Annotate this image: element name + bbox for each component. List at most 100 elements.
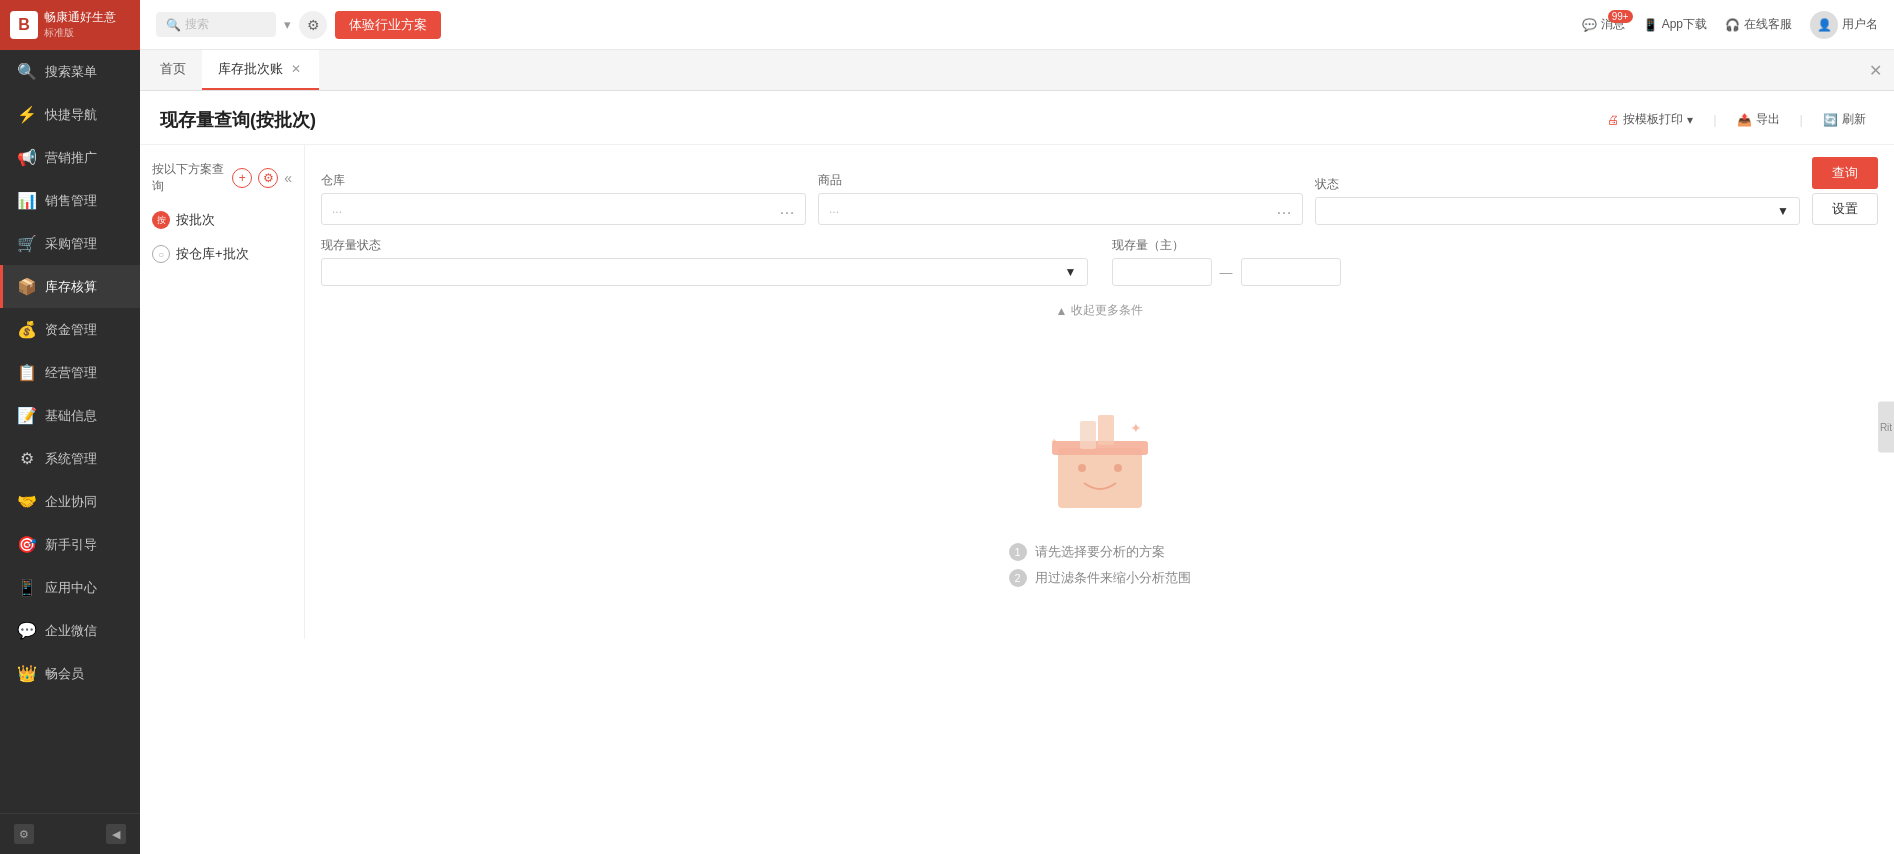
nav-label-guide: 新手引导 bbox=[45, 536, 97, 554]
sidebar-item-finance[interactable]: 💰 资金管理 bbox=[0, 308, 140, 351]
sidebar-item-operations[interactable]: 📋 经营管理 bbox=[0, 351, 140, 394]
tab-inventory-batch[interactable]: 库存批次账 ✕ bbox=[202, 50, 319, 90]
app-download-btn[interactable]: 📱 App下载 bbox=[1643, 16, 1707, 33]
sidebar-item-app-center[interactable]: 📱 应用中心 bbox=[0, 566, 140, 609]
empty-svg: ✦ ✦ bbox=[1040, 403, 1160, 513]
scheme-settings-btn[interactable]: ⚙ bbox=[258, 168, 278, 188]
nav-label-basic-info: 基础信息 bbox=[45, 407, 97, 425]
tab-home[interactable]: 首页 bbox=[144, 50, 202, 90]
product-dots[interactable]: … bbox=[1276, 200, 1292, 218]
collapse-up-icon: ▲ bbox=[1056, 304, 1068, 318]
svg-text:✦: ✦ bbox=[1130, 420, 1142, 436]
empty-tips: 1 请先选择要分析的方案 2 用过滤条件来缩小分析范围 bbox=[1009, 543, 1191, 587]
stock-status-select[interactable]: ▼ bbox=[321, 258, 1088, 286]
sidebar-item-purchase[interactable]: 🛒 采购管理 bbox=[0, 222, 140, 265]
nav-icon-quick-nav: ⚡ bbox=[17, 105, 37, 124]
main-filters: 仓库 ... … 商品 ... … 状态 bbox=[305, 145, 1894, 639]
sidebar-item-guide[interactable]: 🎯 新手引导 bbox=[0, 523, 140, 566]
warehouse-placeholder: ... bbox=[332, 202, 342, 216]
status-select[interactable]: ▼ bbox=[1315, 197, 1800, 225]
sidebar-item-basic-info[interactable]: 📝 基础信息 bbox=[0, 394, 140, 437]
stock-qty-min-input[interactable] bbox=[1112, 258, 1212, 286]
sidebar-logo: B bbox=[10, 11, 38, 39]
nav-label-inventory: 库存核算 bbox=[45, 278, 97, 296]
sidebar-item-membership[interactable]: 👑 畅会员 bbox=[0, 652, 140, 695]
stock-qty-max-input[interactable] bbox=[1241, 258, 1341, 286]
download-icon: 📱 bbox=[1643, 18, 1658, 32]
edition-label: 标准版 bbox=[44, 26, 116, 40]
nav-label-app-center: 应用中心 bbox=[45, 579, 97, 597]
topbar-settings-btn[interactable]: ⚙ bbox=[299, 11, 327, 39]
warehouse-filter: 仓库 ... … bbox=[321, 172, 806, 225]
svg-rect-0 bbox=[1058, 448, 1142, 508]
tip-text-1: 请先选择要分析的方案 bbox=[1035, 543, 1165, 561]
sidebar-item-search[interactable]: 🔍 搜索菜单 bbox=[0, 50, 140, 93]
nav-label-search: 搜索菜单 bbox=[45, 63, 97, 81]
tab-close-icon[interactable]: ✕ bbox=[289, 62, 303, 76]
empty-tip-1: 1 请先选择要分析的方案 bbox=[1009, 543, 1191, 561]
sidebar-item-system[interactable]: ⚙ 系统管理 bbox=[0, 437, 140, 480]
print-dropdown-icon[interactable]: ▾ bbox=[1687, 113, 1693, 127]
topbar-right: 💬 消息 99+ 📱 App下载 🎧 在线客服 👤 用户名 bbox=[1582, 11, 1878, 39]
collapse-btn[interactable]: ◀ bbox=[106, 824, 126, 844]
topbar: 🔍 搜索 ▾ ⚙ 体验行业方案 💬 消息 99+ 📱 App下载 🎧 在线客服 … bbox=[140, 0, 1894, 50]
refresh-btn[interactable]: 🔄 刷新 bbox=[1815, 107, 1874, 132]
messages-btn[interactable]: 💬 消息 99+ bbox=[1582, 16, 1625, 33]
product-input[interactable]: ... … bbox=[818, 193, 1303, 225]
qty-range-divider: — bbox=[1220, 265, 1233, 280]
company-name: 畅康通好生意 bbox=[44, 10, 116, 26]
nav-label-quick-nav: 快捷导航 bbox=[45, 106, 97, 124]
collapse-icon[interactable]: « bbox=[284, 170, 292, 186]
scheme-label-batch: 按批次 bbox=[176, 211, 215, 229]
product-label: 商品 bbox=[818, 172, 1303, 189]
status-arrow: ▼ bbox=[1777, 204, 1789, 218]
sidebar-item-enterprise[interactable]: 🤝 企业协同 bbox=[0, 480, 140, 523]
sidebar-item-wechat[interactable]: 💬 企业微信 bbox=[0, 609, 140, 652]
print-icon: 🖨 bbox=[1607, 113, 1619, 127]
settings-btn[interactable]: ⚙ bbox=[14, 824, 34, 844]
topbar-search-box[interactable]: 🔍 搜索 bbox=[156, 12, 276, 37]
nav-label-operations: 经营管理 bbox=[45, 364, 97, 382]
stock-status-label: 现存量状态 bbox=[321, 237, 1088, 254]
message-icon: 💬 bbox=[1582, 18, 1597, 32]
nav-icon-app-center: 📱 bbox=[17, 578, 37, 597]
sidebar-footer: ⚙ ◀ bbox=[0, 813, 140, 854]
empty-tip-2: 2 用过滤条件来缩小分析范围 bbox=[1009, 569, 1191, 587]
settings-display-btn[interactable]: 设置 bbox=[1812, 193, 1878, 225]
right-collapse-panel[interactable]: Rit bbox=[1878, 402, 1894, 453]
scheme-item-warehouse-batch[interactable]: ○ 按仓库+批次 bbox=[140, 237, 304, 271]
nav-label-marketing: 营销推广 bbox=[45, 149, 97, 167]
sidebar-item-quick-nav[interactable]: ⚡ 快捷导航 bbox=[0, 93, 140, 136]
nav-icon-guide: 🎯 bbox=[17, 535, 37, 554]
collapse-more-btn[interactable]: ▲ 收起更多条件 bbox=[321, 294, 1878, 323]
warehouse-input[interactable]: ... … bbox=[321, 193, 806, 225]
sidebar-item-inventory[interactable]: 📦 库存核算 bbox=[0, 265, 140, 308]
export-btn[interactable]: 📤 导出 bbox=[1729, 107, 1788, 132]
warehouse-dots[interactable]: … bbox=[779, 200, 795, 218]
nav-icon-system: ⚙ bbox=[17, 449, 37, 468]
nav-icon-inventory: 📦 bbox=[17, 277, 37, 296]
page-title: 现存量查询(按批次) bbox=[160, 108, 316, 132]
nav-label-system: 系统管理 bbox=[45, 450, 97, 468]
sidebar-item-sales[interactable]: 📊 销售管理 bbox=[0, 179, 140, 222]
scheme-item-batch[interactable]: 按 按批次 bbox=[140, 203, 304, 237]
nav-label-membership: 畅会员 bbox=[45, 665, 84, 683]
query-btn[interactable]: 查询 bbox=[1812, 157, 1878, 189]
sidebar-item-marketing[interactable]: 📢 营销推广 bbox=[0, 136, 140, 179]
tabbar: 首页 库存批次账 ✕ ✕ bbox=[140, 50, 1894, 91]
svg-rect-4 bbox=[1080, 421, 1096, 449]
topbar-dropdown[interactable]: ▾ bbox=[284, 17, 291, 32]
tabbar-close-btn[interactable]: ✕ bbox=[1861, 57, 1890, 84]
svg-point-3 bbox=[1114, 464, 1122, 472]
add-scheme-btn[interactable]: + bbox=[232, 168, 252, 188]
app-download-label: App下载 bbox=[1662, 16, 1707, 33]
online-service-btn[interactable]: 🎧 在线客服 bbox=[1725, 16, 1792, 33]
right-panel-label: Rit bbox=[1880, 422, 1892, 433]
trial-btn[interactable]: 体验行业方案 bbox=[335, 11, 441, 39]
nav-icon-sales: 📊 bbox=[17, 191, 37, 210]
user-avatar-btn[interactable]: 👤 用户名 bbox=[1810, 11, 1878, 39]
nav-icon-wechat: 💬 bbox=[17, 621, 37, 640]
print-btn[interactable]: 🖨 按模板打印 ▾ bbox=[1599, 107, 1701, 132]
tab-inventory-batch-label: 库存批次账 bbox=[218, 60, 283, 78]
status-placeholder bbox=[1326, 204, 1329, 218]
